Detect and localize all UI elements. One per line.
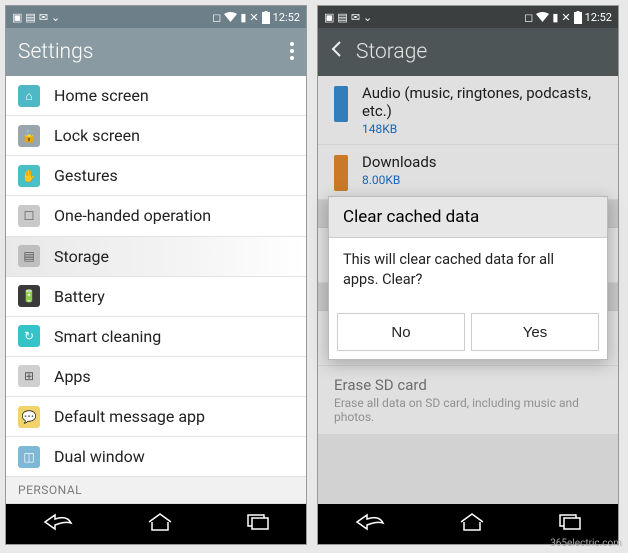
signal-icon: ▮ bbox=[240, 11, 246, 24]
one-handed-icon: ☐ bbox=[18, 205, 40, 227]
settings-item-label: Battery bbox=[54, 287, 105, 306]
message-icon: 💬 bbox=[18, 406, 40, 428]
nfc-icon: ◻ bbox=[212, 11, 221, 24]
settings-item-default-message[interactable]: 💬 Default message app bbox=[6, 397, 306, 437]
settings-item-dual-window[interactable]: ◫ Dual window bbox=[6, 437, 306, 477]
no-signal-icon: ✕ bbox=[561, 11, 570, 24]
no-signal-icon: ✕ bbox=[249, 11, 258, 24]
settings-item-label: Storage bbox=[54, 247, 109, 266]
sim-icon: ▣ bbox=[12, 11, 22, 24]
phone-storage: ▣ ▤ ✉ ⌄ ◻ ▮ ✕ 12:52 Storage bbox=[317, 5, 619, 545]
storage-icon: ▤ bbox=[18, 245, 40, 267]
signal-icon: ▮ bbox=[552, 11, 558, 24]
settings-item-label: One-handed operation bbox=[54, 206, 211, 225]
back-button[interactable] bbox=[43, 513, 73, 535]
settings-item-lock-screen[interactable]: 🔒 Lock screen bbox=[6, 116, 306, 156]
settings-item-label: Lock screen bbox=[54, 126, 140, 145]
settings-item-one-handed[interactable]: ☐ One-handed operation bbox=[6, 196, 306, 236]
settings-item-storage[interactable]: ▤ Storage bbox=[6, 237, 306, 277]
settings-item-label: Apps bbox=[54, 367, 91, 386]
home-screen-icon: ⌂ bbox=[18, 85, 40, 107]
recent-button[interactable] bbox=[559, 514, 581, 534]
settings-item-gestures[interactable]: ✋ Gestures bbox=[6, 156, 306, 196]
chevron-down-icon: ⌄ bbox=[363, 11, 372, 24]
watermark: 365electric.com bbox=[550, 538, 622, 549]
dual-window-icon: ◫ bbox=[18, 446, 40, 468]
wifi-icon bbox=[224, 12, 237, 22]
back-button[interactable] bbox=[355, 513, 385, 535]
clear-cache-dialog: Clear cached data This will clear cached… bbox=[328, 196, 608, 360]
sim-icon: ▣ bbox=[324, 11, 334, 24]
settings-item-battery[interactable]: 🔋 Battery bbox=[6, 277, 306, 317]
phone-settings: ▣ ▤ ✉ ⌄ ◻ ▮ ✕ 12:52 Settings ⌂ Home scre… bbox=[5, 5, 307, 545]
home-button[interactable] bbox=[147, 513, 173, 535]
status-right-icons: ◻ ▮ ✕ 12:52 bbox=[524, 11, 612, 24]
status-right-icons: ◻ ▮ ✕ 12:52 bbox=[212, 11, 300, 24]
lock-screen-icon: 🔒 bbox=[18, 125, 40, 147]
settings-item-label: Dual window bbox=[54, 447, 145, 466]
clock-text: 12:52 bbox=[585, 11, 612, 24]
dialog-body: This will clear cached data for all apps… bbox=[329, 238, 607, 305]
section-personal: PERSONAL bbox=[6, 477, 306, 504]
clock-text: 12:52 bbox=[273, 11, 300, 24]
image-icon: ▤ bbox=[337, 11, 347, 24]
gestures-icon: ✋ bbox=[18, 165, 40, 187]
settings-item-label: Home screen bbox=[54, 86, 149, 105]
settings-item-label: Gestures bbox=[54, 166, 118, 185]
title-bar: Storage bbox=[318, 28, 618, 76]
title-bar: Settings bbox=[6, 28, 306, 76]
page-title: Storage bbox=[356, 40, 427, 64]
image-icon: ▤ bbox=[25, 11, 35, 24]
battery-icon: 🔋 bbox=[18, 285, 40, 307]
dialog-no-button[interactable]: No bbox=[337, 313, 465, 351]
recent-button[interactable] bbox=[247, 514, 269, 534]
overflow-menu-icon[interactable] bbox=[290, 42, 294, 66]
nfc-icon: ◻ bbox=[524, 11, 533, 24]
nav-bar bbox=[6, 504, 306, 544]
mail-icon: ✉ bbox=[39, 11, 48, 24]
dialog-yes-button[interactable]: Yes bbox=[471, 313, 599, 351]
settings-item-label: Default message app bbox=[54, 407, 205, 426]
battery-icon bbox=[262, 11, 270, 24]
settings-list: ⌂ Home screen 🔒 Lock screen ✋ Gestures ☐… bbox=[6, 76, 306, 504]
status-bar: ▣ ▤ ✉ ⌄ ◻ ▮ ✕ 12:52 bbox=[6, 6, 306, 28]
settings-item-label: Smart cleaning bbox=[54, 327, 161, 346]
battery-icon bbox=[574, 11, 582, 24]
settings-item-smart-cleaning[interactable]: ↻ Smart cleaning bbox=[6, 317, 306, 357]
home-button[interactable] bbox=[459, 513, 485, 535]
dialog-title: Clear cached data bbox=[329, 197, 607, 238]
status-left-icons: ▣ ▤ ✉ ⌄ bbox=[12, 11, 60, 24]
smart-cleaning-icon: ↻ bbox=[18, 325, 40, 347]
status-bar: ▣ ▤ ✉ ⌄ ◻ ▮ ✕ 12:52 bbox=[318, 6, 618, 28]
page-title: Settings bbox=[18, 40, 93, 64]
wifi-icon bbox=[536, 12, 549, 22]
apps-icon: ⊞ bbox=[18, 365, 40, 387]
back-icon[interactable] bbox=[330, 40, 342, 64]
chevron-down-icon: ⌄ bbox=[51, 11, 60, 24]
status-left-icons: ▣ ▤ ✉ ⌄ bbox=[324, 11, 372, 24]
settings-item-apps[interactable]: ⊞ Apps bbox=[6, 357, 306, 397]
settings-item-home-screen[interactable]: ⌂ Home screen bbox=[6, 76, 306, 116]
mail-icon: ✉ bbox=[351, 11, 360, 24]
